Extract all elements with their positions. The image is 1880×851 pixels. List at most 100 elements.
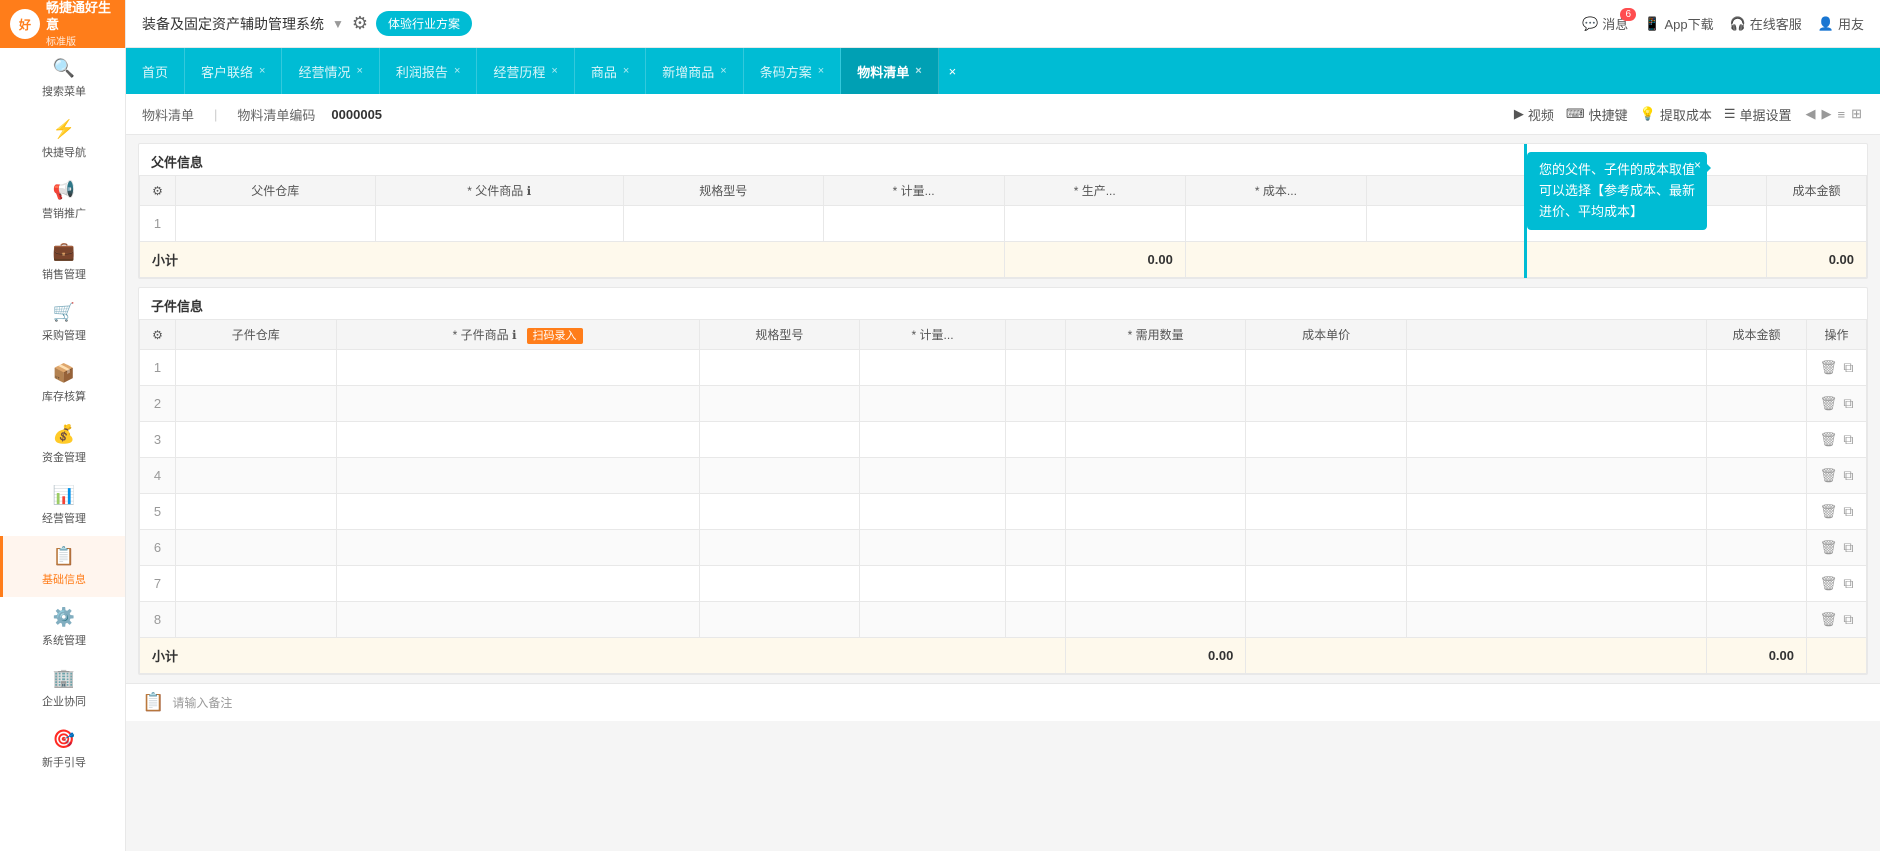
tab-products-close[interactable]: × (623, 65, 629, 77)
child-row-1-unit[interactable] (860, 350, 1006, 386)
parent-row-1-product[interactable] (375, 206, 623, 242)
prev-page-btn[interactable]: ◀ (1804, 104, 1818, 124)
child-row-1-unit-price[interactable] (1246, 350, 1407, 386)
service-btn[interactable]: 🎧 在线客服 (1730, 14, 1802, 33)
parent-row-1-cost[interactable] (1185, 206, 1366, 242)
child-row-4-product[interactable] (336, 458, 699, 494)
tab-bom[interactable]: 物料清单 × (841, 48, 938, 94)
parent-row-1-unit[interactable] (823, 206, 1004, 242)
child-row-3-unit[interactable] (860, 422, 1006, 458)
child-row-8-product[interactable] (336, 602, 699, 638)
tab-barcode[interactable]: 条码方案 × (744, 48, 841, 94)
tab-products[interactable]: 商品 × (575, 48, 646, 94)
settings-icon[interactable]: ⚙ (352, 13, 368, 34)
user-btn[interactable]: 👤 用友 (1818, 14, 1864, 33)
child-row-7-spec[interactable] (699, 566, 860, 602)
child-row-7-unit-price[interactable] (1246, 566, 1407, 602)
sidebar-item-sales[interactable]: 💼 销售管理 (0, 231, 125, 292)
copy-row-8-btn[interactable]: ⧉ (1843, 611, 1853, 628)
copy-row-5-btn[interactable]: ⧉ (1843, 503, 1853, 520)
child-row-5-product[interactable] (336, 494, 699, 530)
tab-barcode-close[interactable]: × (818, 65, 824, 77)
child-row-4-spec[interactable] (699, 458, 860, 494)
child-row-1-qty[interactable] (1065, 350, 1245, 386)
child-row-6-spec[interactable] (699, 530, 860, 566)
doc-settings-btn[interactable]: ☰ 单据设置 (1724, 105, 1792, 124)
child-row-2-product[interactable] (336, 386, 699, 422)
child-row-4-unit-price[interactable] (1246, 458, 1407, 494)
child-row-5-spec[interactable] (699, 494, 860, 530)
child-row-5-warehouse[interactable] (176, 494, 337, 530)
child-row-3-unit-price[interactable] (1246, 422, 1407, 458)
copy-row-2-btn[interactable]: ⧉ (1843, 395, 1853, 412)
delete-row-6-btn[interactable]: 🗑 (1820, 539, 1838, 556)
trial-button[interactable]: 体验行业方案 (376, 11, 472, 36)
scan-input-btn[interactable]: 扫码录入 (527, 328, 583, 344)
delete-row-4-btn[interactable]: 🗑 (1820, 467, 1838, 484)
tab-history[interactable]: 经营历程 × (477, 48, 574, 94)
copy-row-3-btn[interactable]: ⧉ (1843, 431, 1853, 448)
child-row-2-unit[interactable] (860, 386, 1006, 422)
delete-row-5-btn[interactable]: 🗑 (1820, 503, 1838, 520)
child-row-4-unit[interactable] (860, 458, 1006, 494)
child-row-8-warehouse[interactable] (176, 602, 337, 638)
list-view-btn[interactable]: ≡ (1836, 105, 1848, 124)
child-row-8-unit[interactable] (860, 602, 1006, 638)
child-row-8-qty[interactable] (1065, 602, 1245, 638)
child-row-7-unit[interactable] (860, 566, 1006, 602)
child-row-2-spec[interactable] (699, 386, 860, 422)
copy-row-4-btn[interactable]: ⧉ (1843, 467, 1853, 484)
child-row-7-product[interactable] (336, 566, 699, 602)
sidebar-item-search[interactable]: 🔍 搜索菜单 (0, 48, 125, 109)
view-btn[interactable]: ▶ 视频 (1514, 105, 1554, 124)
child-row-8-unit-price[interactable] (1246, 602, 1407, 638)
child-row-3-product[interactable] (336, 422, 699, 458)
copy-row-7-btn[interactable]: ⧉ (1843, 575, 1853, 592)
delete-row-3-btn[interactable]: 🗑 (1820, 431, 1838, 448)
child-row-3-qty[interactable] (1065, 422, 1245, 458)
child-row-6-unit[interactable] (860, 530, 1006, 566)
tab-customers-close[interactable]: × (259, 65, 265, 77)
child-row-6-qty[interactable] (1065, 530, 1245, 566)
sidebar-item-enterprise[interactable]: 🏢 企业协同 (0, 658, 125, 719)
sidebar-item-finance[interactable]: 💰 资金管理 (0, 414, 125, 475)
tab-new-products[interactable]: 新增商品 × (646, 48, 743, 94)
message-btn[interactable]: 💬 消息 6 (1582, 14, 1628, 33)
tooltip-close-btn[interactable]: × (1694, 156, 1701, 175)
child-row-1-warehouse[interactable] (176, 350, 337, 386)
child-row-2-qty[interactable] (1065, 386, 1245, 422)
sidebar-item-system[interactable]: ⚙️ 系统管理 (0, 597, 125, 658)
tab-operations-close[interactable]: × (356, 65, 362, 77)
sidebar-item-marketing[interactable]: 📢 营销推广 (0, 170, 125, 231)
delete-row-2-btn[interactable]: 🗑 (1820, 395, 1838, 412)
note-placeholder[interactable]: 请输入备注 (172, 694, 232, 711)
sidebar-item-quicknav[interactable]: ⚡ 快捷导航 (0, 109, 125, 170)
tab-profit[interactable]: 利润报告 × (380, 48, 477, 94)
child-row-6-product[interactable] (336, 530, 699, 566)
shortcut-btn[interactable]: ⌨ 快捷键 (1566, 105, 1628, 124)
sidebar-item-guide[interactable]: 🎯 新手引导 (0, 719, 125, 780)
parent-row-1-produce[interactable] (1004, 206, 1185, 242)
tab-profit-close[interactable]: × (454, 65, 460, 77)
delete-row-1-btn[interactable]: 🗑 (1820, 359, 1838, 376)
delete-row-7-btn[interactable]: 🗑 (1820, 575, 1838, 592)
child-row-7-qty[interactable] (1065, 566, 1245, 602)
child-row-3-warehouse[interactable] (176, 422, 337, 458)
child-row-6-warehouse[interactable] (176, 530, 337, 566)
expand-btn[interactable]: ⊞ (1849, 104, 1864, 124)
child-row-2-unit-price[interactable] (1246, 386, 1407, 422)
parent-row-1-spec[interactable] (623, 206, 823, 242)
tab-customers[interactable]: 客户联络 × (185, 48, 282, 94)
tab-operations[interactable]: 经营情况 × (282, 48, 379, 94)
child-row-1-product[interactable] (336, 350, 699, 386)
app-download-btn[interactable]: 📱 App下载 (1644, 14, 1713, 33)
tab-bom-close[interactable]: × (915, 65, 921, 77)
parent-row-1-warehouse[interactable] (176, 206, 376, 242)
child-row-2-warehouse[interactable] (176, 386, 337, 422)
child-row-7-warehouse[interactable] (176, 566, 337, 602)
dropdown-arrow[interactable]: ▼ (332, 17, 344, 31)
copy-row-6-btn[interactable]: ⧉ (1843, 539, 1853, 556)
tab-home[interactable]: 首页 (126, 48, 185, 94)
delete-row-8-btn[interactable]: 🗑 (1820, 611, 1838, 628)
sidebar-item-purchase[interactable]: 🛒 采购管理 (0, 292, 125, 353)
